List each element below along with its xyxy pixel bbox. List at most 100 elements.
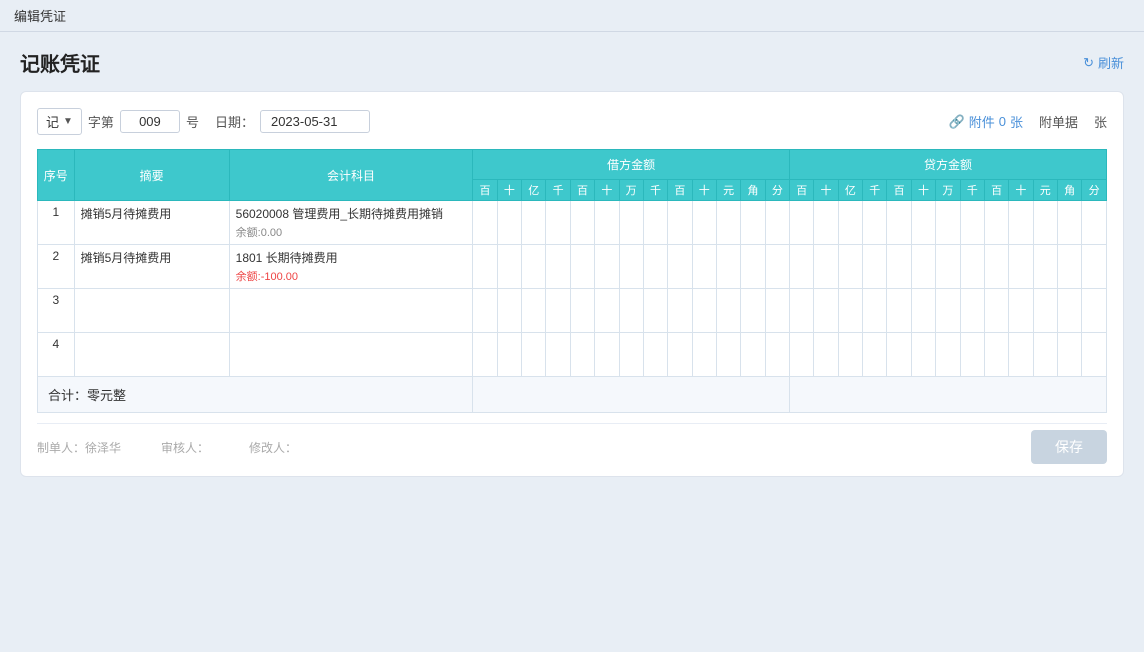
date-input[interactable] xyxy=(260,110,370,133)
row-1-debit-0[interactable] xyxy=(473,245,497,289)
row-2-credit-10[interactable] xyxy=(1033,289,1057,333)
row-1-credit-1[interactable] xyxy=(814,245,838,289)
attachment-link[interactable]: 🔗 附件 0 张 xyxy=(949,112,1023,131)
row-1-debit-1[interactable] xyxy=(497,245,521,289)
row-2-debit-2[interactable] xyxy=(522,289,546,333)
row-2-debit-10[interactable] xyxy=(716,289,740,333)
row-3-credit-8[interactable] xyxy=(984,333,1008,377)
row-1-debit-7[interactable] xyxy=(643,245,667,289)
row-1-debit-4[interactable] xyxy=(570,245,594,289)
row-3-credit-2[interactable] xyxy=(838,333,862,377)
row-0-credit-12[interactable] xyxy=(1082,201,1107,245)
row-3-summary[interactable] xyxy=(74,333,229,377)
row-3-debit-10[interactable] xyxy=(716,333,740,377)
row-1-credit-0[interactable] xyxy=(790,245,814,289)
row-2-credit-3[interactable] xyxy=(863,289,887,333)
row-0-credit-8[interactable] xyxy=(984,201,1008,245)
row-0-debit-7[interactable] xyxy=(643,201,667,245)
row-0-debit-3[interactable] xyxy=(546,201,570,245)
row-0-debit-9[interactable] xyxy=(692,201,716,245)
row-3-debit-3[interactable] xyxy=(546,333,570,377)
row-3-credit-10[interactable] xyxy=(1033,333,1057,377)
row-3-credit-5[interactable] xyxy=(911,333,935,377)
row-1-credit-2[interactable] xyxy=(838,245,862,289)
row-3-credit-6[interactable] xyxy=(936,333,960,377)
row-1-credit-11[interactable] xyxy=(1057,245,1081,289)
row-0-debit-6[interactable] xyxy=(619,201,643,245)
row-1-debit-5[interactable] xyxy=(595,245,619,289)
row-0-debit-2[interactable] xyxy=(522,201,546,245)
row-1-debit-11[interactable] xyxy=(741,245,765,289)
row-1-credit-5[interactable] xyxy=(911,245,935,289)
row-2-debit-0[interactable] xyxy=(473,289,497,333)
row-0-credit-6[interactable] xyxy=(936,201,960,245)
row-0-credit-9[interactable] xyxy=(1009,201,1033,245)
row-2-credit-12[interactable] xyxy=(1082,289,1107,333)
row-0-debit-12[interactable] xyxy=(765,201,789,245)
row-0-debit-0[interactable] xyxy=(473,201,497,245)
row-0-credit-11[interactable] xyxy=(1057,201,1081,245)
row-1-debit-8[interactable] xyxy=(668,245,692,289)
row-1-credit-6[interactable] xyxy=(936,245,960,289)
row-1-debit-2[interactable] xyxy=(522,245,546,289)
row-1-credit-8[interactable] xyxy=(984,245,1008,289)
row-3-debit-4[interactable] xyxy=(570,333,594,377)
row-2-credit-9[interactable] xyxy=(1009,289,1033,333)
type-select[interactable]: 记 ▼ xyxy=(37,108,82,135)
row-3-debit-5[interactable] xyxy=(595,333,619,377)
row-0-credit-2[interactable] xyxy=(838,201,862,245)
row-1-debit-3[interactable] xyxy=(546,245,570,289)
row-0-debit-10[interactable] xyxy=(716,201,740,245)
save-button[interactable]: 保存 xyxy=(1031,430,1107,464)
row-2-credit-6[interactable] xyxy=(936,289,960,333)
row-0-credit-5[interactable] xyxy=(911,201,935,245)
row-3-debit-2[interactable] xyxy=(522,333,546,377)
row-0-debit-1[interactable] xyxy=(497,201,521,245)
row-0-credit-0[interactable] xyxy=(790,201,814,245)
row-2-debit-8[interactable] xyxy=(668,289,692,333)
row-1-account[interactable]: 1801 长期待摊费用余额:-100.00 xyxy=(229,245,473,289)
row-2-debit-5[interactable] xyxy=(595,289,619,333)
row-1-debit-6[interactable] xyxy=(619,245,643,289)
row-2-account[interactable] xyxy=(229,289,473,333)
row-3-debit-6[interactable] xyxy=(619,333,643,377)
row-1-credit-3[interactable] xyxy=(863,245,887,289)
row-3-account[interactable] xyxy=(229,333,473,377)
row-0-credit-1[interactable] xyxy=(814,201,838,245)
row-0-credit-4[interactable] xyxy=(887,201,911,245)
row-2-debit-12[interactable] xyxy=(765,289,789,333)
row-3-debit-0[interactable] xyxy=(473,333,497,377)
row-0-credit-10[interactable] xyxy=(1033,201,1057,245)
row-1-credit-4[interactable] xyxy=(887,245,911,289)
row-2-credit-8[interactable] xyxy=(984,289,1008,333)
row-2-credit-7[interactable] xyxy=(960,289,984,333)
row-3-credit-9[interactable] xyxy=(1009,333,1033,377)
row-3-debit-7[interactable] xyxy=(643,333,667,377)
row-3-credit-4[interactable] xyxy=(887,333,911,377)
row-2-credit-1[interactable] xyxy=(814,289,838,333)
row-2-credit-0[interactable] xyxy=(790,289,814,333)
row-3-credit-0[interactable] xyxy=(790,333,814,377)
row-1-debit-10[interactable] xyxy=(716,245,740,289)
row-0-summary[interactable]: 摊销5月待摊费用 xyxy=(74,201,229,245)
row-3-debit-8[interactable] xyxy=(668,333,692,377)
row-2-debit-7[interactable] xyxy=(643,289,667,333)
voucher-number-input[interactable] xyxy=(120,110,180,133)
row-2-debit-1[interactable] xyxy=(497,289,521,333)
row-0-account[interactable]: 56020008 管理费用_长期待摊费用摊销余额:0.00 xyxy=(229,201,473,245)
row-1-summary[interactable]: 摊销5月待摊费用 xyxy=(74,245,229,289)
row-2-credit-11[interactable] xyxy=(1057,289,1081,333)
row-2-credit-2[interactable] xyxy=(838,289,862,333)
row-1-debit-9[interactable] xyxy=(692,245,716,289)
row-3-credit-12[interactable] xyxy=(1082,333,1107,377)
row-1-credit-10[interactable] xyxy=(1033,245,1057,289)
row-2-debit-4[interactable] xyxy=(570,289,594,333)
row-3-debit-11[interactable] xyxy=(741,333,765,377)
row-1-debit-12[interactable] xyxy=(765,245,789,289)
row-0-debit-11[interactable] xyxy=(741,201,765,245)
row-2-summary[interactable] xyxy=(74,289,229,333)
row-2-credit-5[interactable] xyxy=(911,289,935,333)
row-2-debit-11[interactable] xyxy=(741,289,765,333)
row-3-debit-1[interactable] xyxy=(497,333,521,377)
row-2-debit-9[interactable] xyxy=(692,289,716,333)
